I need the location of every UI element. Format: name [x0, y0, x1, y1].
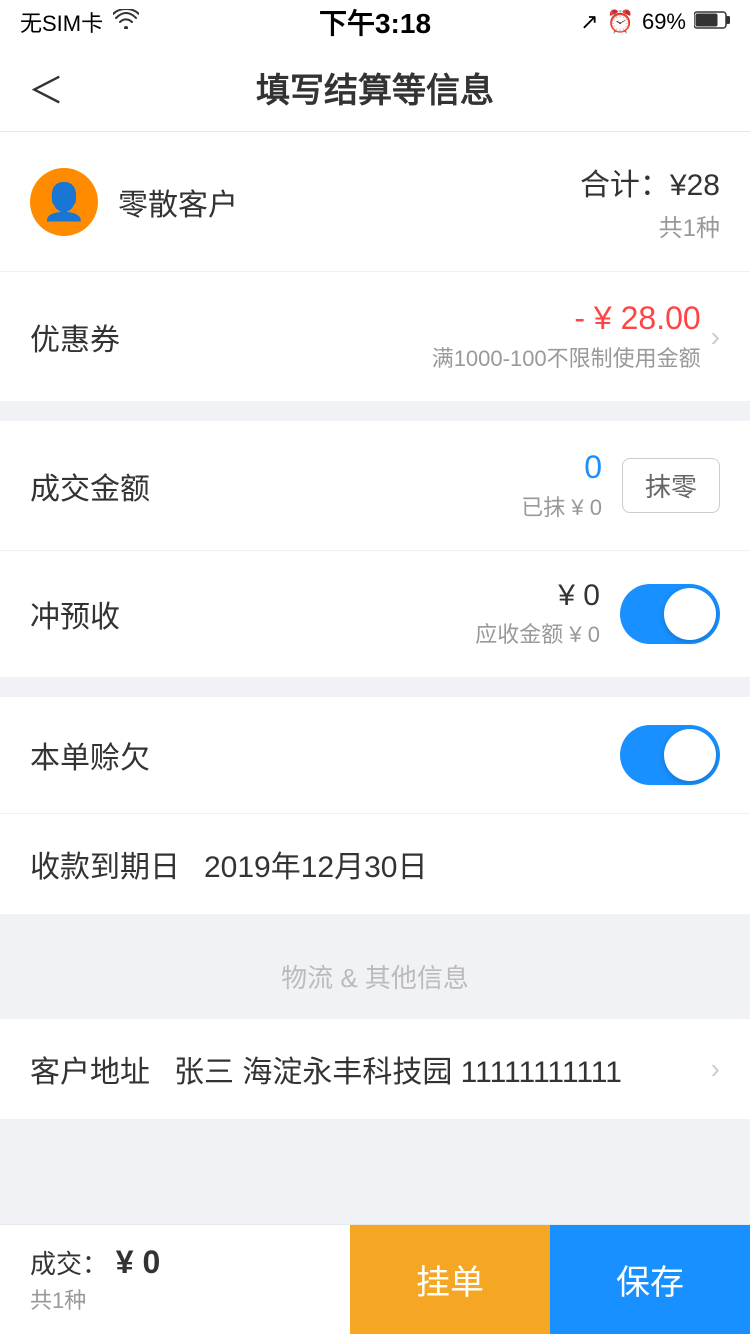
coupon-discount: - ¥ 28.00	[432, 300, 701, 337]
customer-right: 合计：¥28 共1种	[580, 160, 720, 243]
coupon-value-block: - ¥ 28.00 满1000-100不限制使用金额	[432, 300, 701, 373]
deal-sub-text: 已抹 ¥ 0	[521, 490, 602, 522]
content-area: 👤 零散客户 合计：¥28 共1种 优惠券 - ¥ 28.00 满1000-10…	[0, 132, 750, 1259]
bottom-deal-label: 成交：	[30, 1249, 108, 1279]
deal-amount-row: 成交金额 0 已抹 ¥ 0 抹零	[0, 421, 750, 550]
address-label: 客户地址	[30, 1047, 150, 1091]
bottom-deal-line: 成交： ¥ 0	[30, 1244, 320, 1281]
prepay-toggle-knob	[664, 588, 716, 640]
carrier-text: 无SIM卡	[20, 6, 103, 38]
address-row[interactable]: 客户地址 张三 海淀永丰科技园 11111111111 ›	[0, 1019, 750, 1119]
alarm-icon: ⏰	[607, 9, 634, 35]
prepay-col: ¥ 0 应收金额 ¥ 0	[475, 579, 600, 649]
deal-amount-value[interactable]: 0	[584, 449, 602, 485]
wifi-icon	[113, 9, 139, 35]
total-amount: 合计：¥28	[580, 160, 720, 204]
duedate-row: 收款到期日 2019年12月30日	[0, 813, 750, 914]
status-left: 无SIM卡	[20, 6, 139, 38]
prepay-row: 冲预收 ¥ 0 应收金额 ¥ 0	[0, 550, 750, 677]
prepay-toggle[interactable]	[620, 584, 720, 644]
bottom-left: 成交： ¥ 0 共1种	[0, 1244, 350, 1315]
prepay-sub-text: 应收金额 ¥ 0	[475, 617, 600, 649]
debit-toggle[interactable]	[620, 725, 720, 785]
coupon-label: 优惠券	[30, 315, 120, 359]
debit-toggle-knob	[664, 729, 716, 781]
customer-section: 👤 零散客户 合计：¥28 共1种 优惠券 - ¥ 28.00 满1000-10…	[0, 132, 750, 401]
customer-row: 👤 零散客户 合计：¥28 共1种	[0, 132, 750, 271]
nav-bar: ＜ 填写结算等信息	[0, 44, 750, 132]
customer-name: 零散客户	[118, 180, 238, 224]
bottom-count: 共1种	[30, 1283, 320, 1315]
page-title: 填写结算等信息	[256, 63, 494, 112]
logistics-divider: 物流 & 其他信息	[0, 934, 750, 1019]
pending-button[interactable]: 挂单	[350, 1225, 550, 1334]
back-button[interactable]: ＜	[28, 62, 64, 114]
address-section: 客户地址 张三 海淀永丰科技园 11111111111 ›	[0, 1019, 750, 1119]
customer-left: 👤 零散客户	[30, 168, 238, 236]
prepay-amount: ¥ 0	[475, 579, 600, 613]
bottom-bar: 成交： ¥ 0 共1种 挂单 保存	[0, 1224, 750, 1334]
save-button[interactable]: 保存	[550, 1225, 750, 1334]
deal-amount-right: 0 已抹 ¥ 0 抹零	[521, 449, 720, 522]
address-chevron-icon: ›	[711, 1053, 720, 1085]
coupon-row[interactable]: 优惠券 - ¥ 28.00 满1000-100不限制使用金额 ›	[0, 271, 750, 401]
status-bar: 无SIM卡 下午3:18 ↗ ⏰ 69%	[0, 0, 750, 44]
deal-amount-label: 成交金额	[30, 464, 150, 508]
address-value: 张三 海淀永丰科技园 11111111111	[174, 1047, 687, 1091]
deal-section: 成交金额 0 已抹 ¥ 0 抹零 冲预收 ¥ 0 应收金额 ¥ 0	[0, 421, 750, 677]
debit-row: 本单赊欠	[0, 697, 750, 813]
deal-amount-col: 0 已抹 ¥ 0	[521, 449, 602, 522]
round-off-button[interactable]: 抹零	[622, 458, 720, 513]
location-icon: ↗	[580, 9, 598, 35]
debit-label: 本单赊欠	[30, 733, 150, 777]
total-count: 共1种	[580, 208, 720, 243]
battery-text: 69%	[642, 9, 686, 35]
customer-avatar: 👤	[30, 168, 98, 236]
bottom-deal-amount: ¥ 0	[116, 1244, 160, 1280]
coupon-desc: 满1000-100不限制使用金额	[432, 341, 701, 373]
coupon-chevron-icon: ›	[711, 321, 720, 353]
duedate-label: 收款到期日	[30, 842, 180, 886]
duedate-value[interactable]: 2019年12月30日	[204, 842, 427, 886]
logistics-text: 物流 & 其他信息	[281, 963, 469, 993]
coupon-right: - ¥ 28.00 满1000-100不限制使用金额 ›	[432, 300, 720, 373]
prepay-label: 冲预收	[30, 592, 120, 636]
debit-section: 本单赊欠 收款到期日 2019年12月30日	[0, 697, 750, 914]
battery-icon	[694, 9, 730, 35]
status-time: 下午3:18	[319, 2, 431, 42]
avatar-icon: 👤	[42, 181, 87, 223]
status-right: ↗ ⏰ 69%	[580, 9, 730, 35]
prepay-right: ¥ 0 应收金额 ¥ 0	[475, 579, 720, 649]
